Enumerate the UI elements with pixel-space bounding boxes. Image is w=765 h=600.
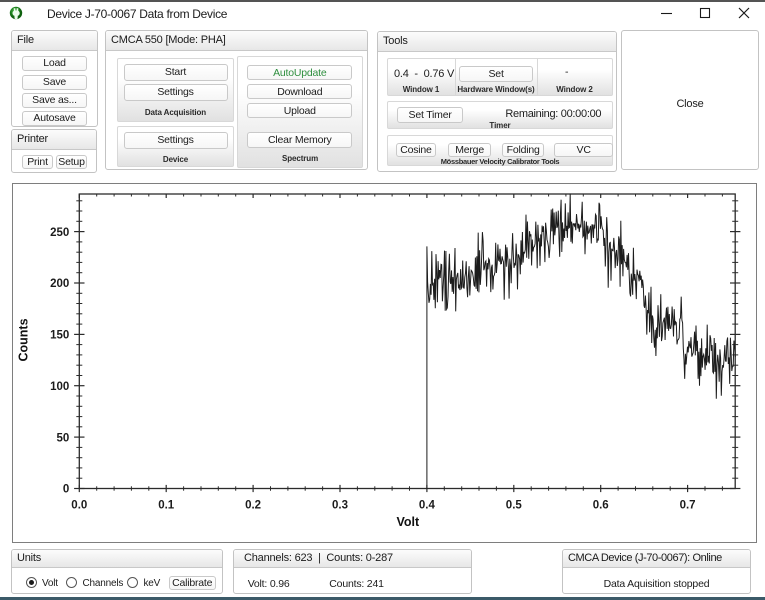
svg-text:200: 200 xyxy=(50,278,69,290)
svg-text:Counts: Counts xyxy=(17,318,31,361)
svg-text:0.1: 0.1 xyxy=(158,500,175,512)
svg-text:0.4: 0.4 xyxy=(419,500,436,512)
svg-text:0.7: 0.7 xyxy=(680,500,696,512)
svg-text:0.3: 0.3 xyxy=(332,500,348,512)
svg-text:0.5: 0.5 xyxy=(506,500,523,512)
svg-text:0.0: 0.0 xyxy=(71,500,87,512)
svg-text:50: 50 xyxy=(57,432,70,444)
svg-text:0.6: 0.6 xyxy=(593,500,609,512)
svg-text:Volt: Volt xyxy=(396,515,420,529)
svg-text:0: 0 xyxy=(63,484,69,496)
svg-text:0.2: 0.2 xyxy=(245,500,261,512)
svg-text:100: 100 xyxy=(50,381,69,393)
svg-text:250: 250 xyxy=(50,227,69,239)
svg-text:150: 150 xyxy=(50,330,69,342)
